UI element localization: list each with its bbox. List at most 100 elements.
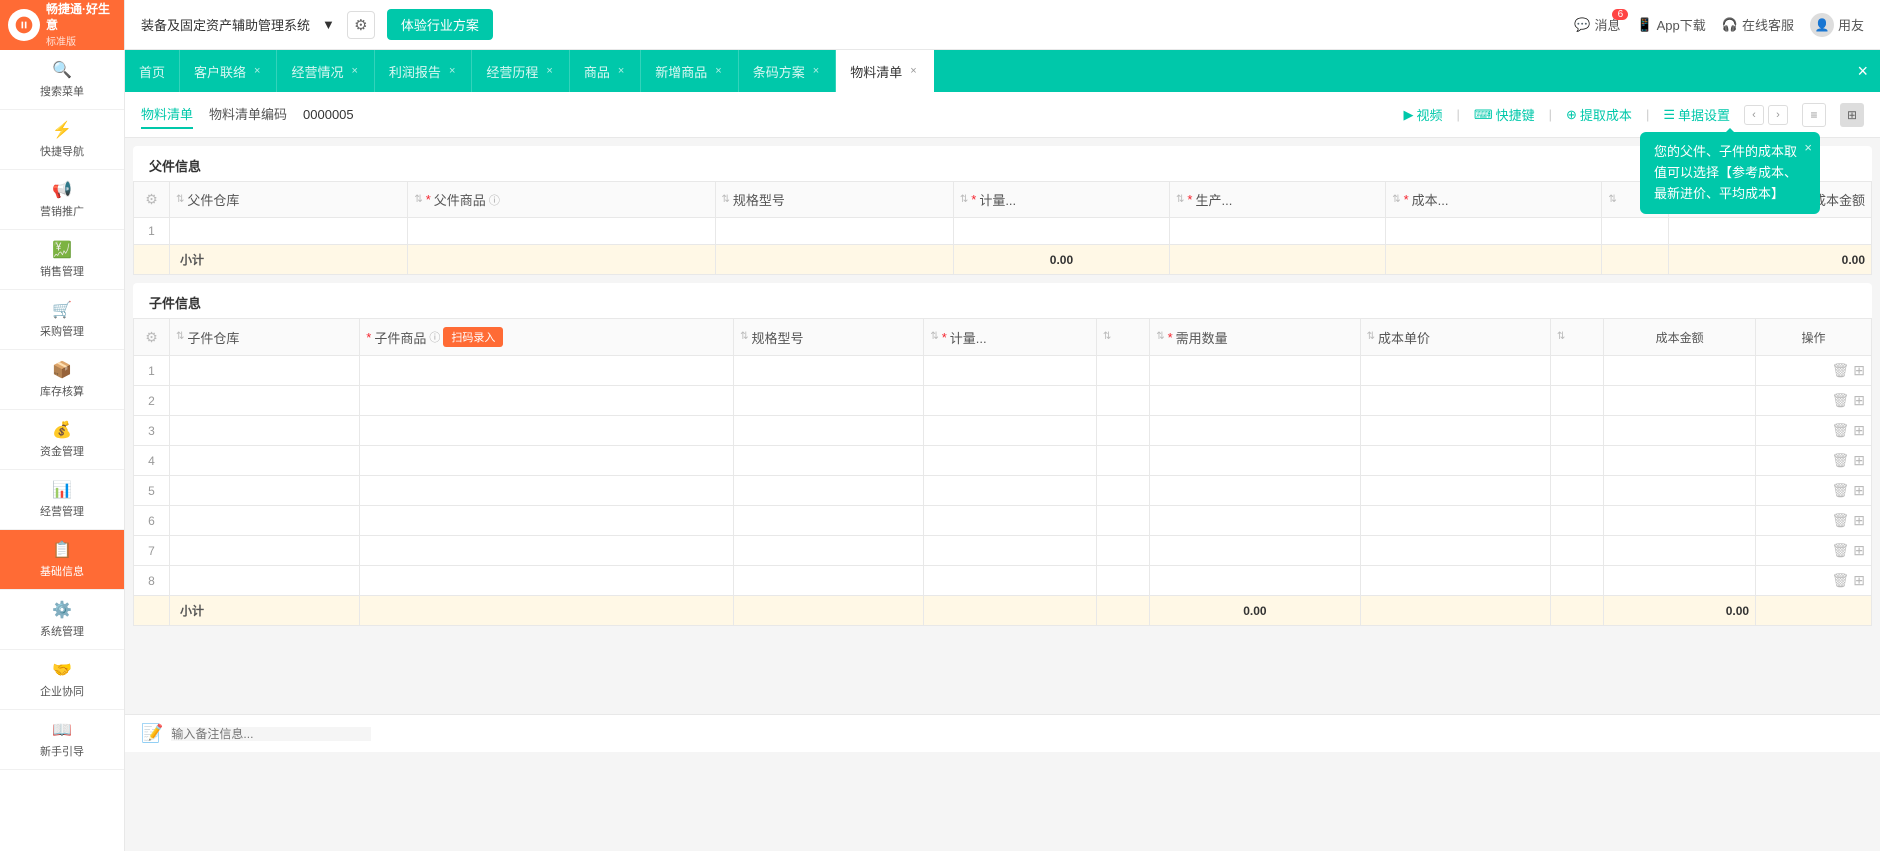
child-spec-2[interactable] [734, 386, 924, 416]
child-unit-price-2[interactable] [1360, 386, 1550, 416]
child-spec-8[interactable] [734, 566, 924, 596]
parent-warehouse-1[interactable] [170, 218, 408, 245]
tab-close-profit[interactable]: × [447, 64, 457, 78]
child-unit-price-8[interactable] [1360, 566, 1550, 596]
child-extra-3[interactable] [1096, 416, 1149, 446]
child-qty-4[interactable] [1150, 446, 1360, 476]
sidebar-item-guide[interactable]: 📖 新手引导 [0, 710, 124, 770]
child-extra-6[interactable] [1096, 506, 1149, 536]
sidebar-item-cooperation[interactable]: 🤝 企业协同 [0, 650, 124, 710]
copy-icon-8[interactable]: ⊞ [1853, 572, 1865, 589]
child-extra-7[interactable] [1096, 536, 1149, 566]
child-qty-3[interactable] [1150, 416, 1360, 446]
sidebar-item-finance[interactable]: 💰 资金管理 [0, 410, 124, 470]
copy-icon-6[interactable]: ⊞ [1853, 512, 1865, 529]
tab-new-product[interactable]: 新增商品 × [641, 50, 738, 92]
child-warehouse-3[interactable] [170, 416, 360, 446]
delete-icon-7[interactable]: 🗑 [1831, 542, 1849, 559]
child-extra2-1[interactable] [1550, 356, 1603, 386]
app-download-action[interactable]: 📱 App下载 [1636, 15, 1705, 34]
col-settings-icon[interactable]: ⚙ [145, 191, 158, 207]
child-warehouse-6[interactable] [170, 506, 360, 536]
child-warehouse-8[interactable] [170, 566, 360, 596]
extract-cost-action[interactable]: ⊕ 提取成本 [1566, 105, 1632, 124]
tab-profit[interactable]: 利润报告 × [375, 50, 472, 92]
grid-view-icon[interactable]: ≡ [1802, 103, 1826, 127]
sidebar-item-system[interactable]: ⚙️ 系统管理 [0, 590, 124, 650]
sidebar-item-marketing[interactable]: 📢 营销推广 [0, 170, 124, 230]
copy-icon-7[interactable]: ⊞ [1853, 542, 1865, 559]
child-unit-8[interactable] [924, 566, 1097, 596]
tab-customer[interactable]: 客户联络 × [180, 50, 277, 92]
sidebar-item-inventory[interactable]: 📦 库存核算 [0, 350, 124, 410]
child-col-settings-icon[interactable]: ⚙ [145, 329, 158, 345]
child-spec-1[interactable] [734, 356, 924, 386]
child-unit-price-3[interactable] [1360, 416, 1550, 446]
child-unit-4[interactable] [924, 446, 1097, 476]
delete-icon-5[interactable]: 🗑 [1831, 482, 1849, 499]
tab-close-new-product[interactable]: × [713, 64, 723, 78]
copy-icon-3[interactable]: ⊞ [1853, 422, 1865, 439]
sidebar-item-quick[interactable]: ⚡ 快捷导航 [0, 110, 124, 170]
message-action[interactable]: 💬 消息 6 [1574, 15, 1620, 34]
online-service-action[interactable]: 🎧 在线客服 [1722, 15, 1794, 34]
parent-produce-1[interactable] [1170, 218, 1386, 245]
child-qty-6[interactable] [1150, 506, 1360, 536]
child-unit-1[interactable] [924, 356, 1097, 386]
child-unit-3[interactable] [924, 416, 1097, 446]
tab-close-customer[interactable]: × [252, 64, 262, 78]
page-tab-bom-code[interactable]: 物料清单编码 [209, 100, 287, 129]
trial-button[interactable]: 体验行业方案 [387, 9, 493, 40]
sidebar-item-sales[interactable]: 💹 销售管理 [0, 230, 124, 290]
parent-spec-1[interactable] [715, 218, 953, 245]
tab-close-barcode[interactable]: × [811, 64, 821, 78]
child-extra2-2[interactable] [1550, 386, 1603, 416]
tab-bom[interactable]: 物料清单 × [836, 50, 933, 92]
tab-close-operation[interactable]: × [349, 64, 359, 78]
delete-icon-8[interactable]: 🗑 [1831, 572, 1849, 589]
child-qty-1[interactable] [1150, 356, 1360, 386]
tab-history[interactable]: 经营历程 × [472, 50, 569, 92]
child-extra-1[interactable] [1096, 356, 1149, 386]
child-unit-2[interactable] [924, 386, 1097, 416]
child-unit-price-1[interactable] [1360, 356, 1550, 386]
child-extra2-6[interactable] [1550, 506, 1603, 536]
parent-product-1[interactable] [408, 218, 715, 245]
parent-extra-1[interactable] [1602, 218, 1669, 245]
child-extra2-5[interactable] [1550, 476, 1603, 506]
copy-icon-2[interactable]: ⊞ [1853, 392, 1865, 409]
delete-icon-3[interactable]: 🗑 [1831, 422, 1849, 439]
child-product-1[interactable] [360, 356, 734, 386]
close-all-tabs[interactable]: × [1853, 57, 1872, 86]
child-extra-5[interactable] [1096, 476, 1149, 506]
child-extra2-8[interactable] [1550, 566, 1603, 596]
child-unit-price-5[interactable] [1360, 476, 1550, 506]
system-select[interactable]: ▼ [322, 17, 335, 32]
child-product-5[interactable] [360, 476, 734, 506]
child-extra2-3[interactable] [1550, 416, 1603, 446]
child-extra-4[interactable] [1096, 446, 1149, 476]
child-extra-8[interactable] [1096, 566, 1149, 596]
child-warehouse-4[interactable] [170, 446, 360, 476]
child-spec-5[interactable] [734, 476, 924, 506]
child-qty-8[interactable] [1150, 566, 1360, 596]
copy-icon-1[interactable]: ⊞ [1853, 362, 1865, 379]
child-qty-2[interactable] [1150, 386, 1360, 416]
tab-home[interactable]: 首页 [125, 50, 180, 92]
page-tab-bom[interactable]: 物料清单 [141, 100, 193, 129]
scan-button[interactable]: 扫码录入 [443, 327, 503, 347]
tooltip-close[interactable]: × [1804, 138, 1812, 159]
tab-operation[interactable]: 经营情况 × [277, 50, 374, 92]
child-product-3[interactable] [360, 416, 734, 446]
delete-icon-1[interactable]: 🗑 [1831, 362, 1849, 379]
child-extra-2[interactable] [1096, 386, 1149, 416]
child-warehouse-2[interactable] [170, 386, 360, 416]
layout-icon[interactable]: ⊞ [1840, 103, 1864, 127]
single-settings-action[interactable]: ☰ 单据设置 [1663, 105, 1730, 124]
copy-icon-5[interactable]: ⊞ [1853, 482, 1865, 499]
child-unit-5[interactable] [924, 476, 1097, 506]
user-menu[interactable]: 👤 用友 [1810, 13, 1864, 37]
sidebar-item-basic-info[interactable]: 📋 基础信息 [0, 530, 124, 590]
settings-gear[interactable]: ⚙ [347, 11, 375, 39]
sidebar-item-search[interactable]: 🔍 搜索菜单 [0, 50, 124, 110]
